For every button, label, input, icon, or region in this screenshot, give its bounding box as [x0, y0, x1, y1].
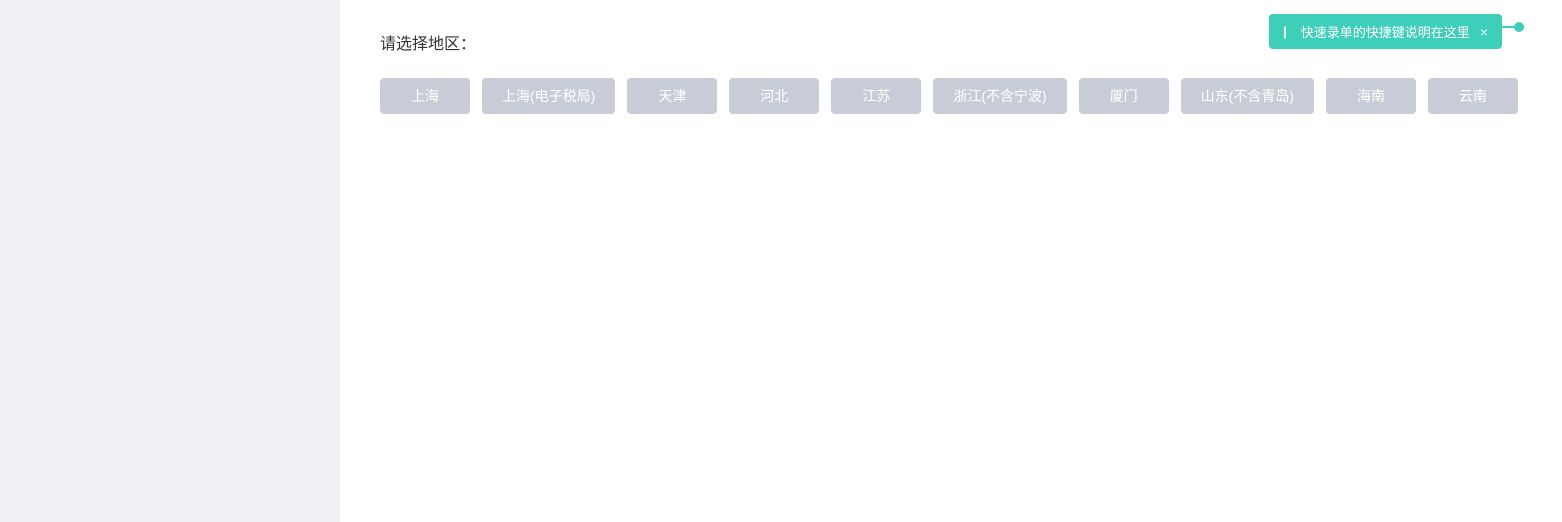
tooltip-text: 快速录单的快捷键说明在这里 — [1301, 22, 1470, 41]
region-btn-shanghai-etax[interactable]: 上海(电子税局) — [482, 78, 615, 114]
region-btn-jiangsu[interactable]: 江苏 — [831, 78, 921, 114]
region-btn-zhejiang[interactable]: 浙江(不含宁波) — [933, 78, 1066, 114]
tooltip-banner: 快速录单的快捷键说明在这里 × — [1269, 14, 1502, 49]
region-buttons-container: 上海上海(电子税局) 天津河北江苏浙江(不含宁波) 厦门山东(不含青岛) 海南云南 — [380, 78, 1522, 114]
tooltip-connector-dot — [1514, 22, 1524, 32]
region-btn-shanghai[interactable]: 上海 — [380, 78, 470, 114]
region-btn-xiamen[interactable]: 厦门 — [1079, 78, 1169, 114]
region-btn-hebei[interactable]: 河北 — [729, 78, 819, 114]
region-btn-tianjin[interactable]: 天津 — [627, 78, 717, 114]
region-btn-yunnan[interactable]: 云南 — [1428, 78, 1518, 114]
region-btn-shandong[interactable]: 山东(不含青岛) — [1181, 78, 1314, 114]
left-sidebar — [0, 0, 340, 522]
region-btn-hainan[interactable]: 海南 — [1326, 78, 1416, 114]
main-content: 请选择地区： 上海上海(电子税局)天津河北江苏浙江(不含宁波)厦门山东(不含青岛… — [340, 0, 1562, 522]
tooltip-close-button[interactable]: × — [1480, 25, 1488, 39]
